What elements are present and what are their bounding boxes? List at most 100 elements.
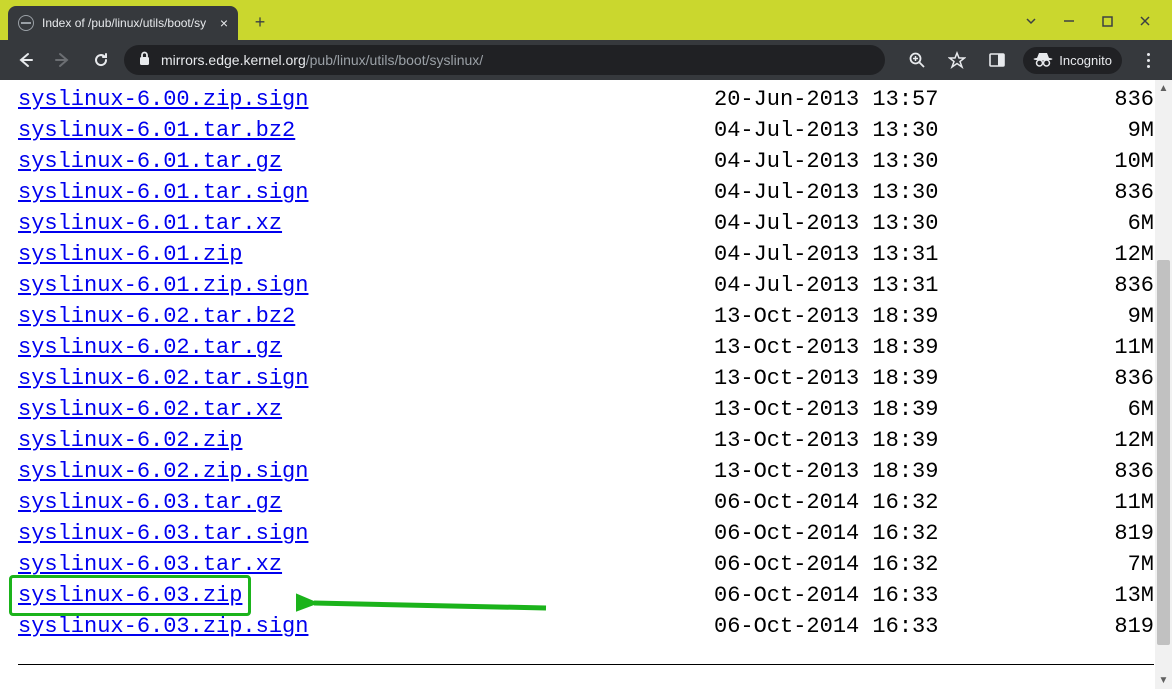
file-date: 06-Oct-2014 16:32 <box>714 518 1074 549</box>
dots-vertical-icon <box>1147 53 1150 68</box>
file-link[interactable]: syslinux-6.03.zip <box>18 583 242 608</box>
back-button[interactable] <box>10 45 40 75</box>
url-path: /pub/linux/utils/boot/syslinux/ <box>306 52 483 68</box>
scroll-down-icon[interactable]: ▼ <box>1155 672 1172 689</box>
listing-row: syslinux-6.01.tar.gz 04-Jul-2013 13:3010M <box>18 146 1154 177</box>
incognito-badge[interactable]: Incognito <box>1023 47 1122 74</box>
toolbar-actions: Incognito <box>893 46 1162 74</box>
file-date: 04-Jul-2013 13:31 <box>714 239 1074 270</box>
file-size: 9M <box>1074 301 1154 332</box>
file-date: 04-Jul-2013 13:31 <box>714 270 1074 301</box>
url-host: mirrors.edge.kernel.org <box>161 52 306 68</box>
file-size: 6M <box>1074 208 1154 239</box>
maximize-button[interactable] <box>1100 14 1114 28</box>
file-date: 13-Oct-2013 18:39 <box>714 332 1074 363</box>
file-link[interactable]: syslinux-6.03.tar.gz <box>18 490 282 515</box>
file-link[interactable]: syslinux-6.03.zip.sign <box>18 614 308 639</box>
minimize-button[interactable] <box>1062 14 1076 28</box>
tab-title: Index of /pub/linux/utils/boot/sy <box>42 16 212 30</box>
listing-row: syslinux-6.03.zip.sign 06-Oct-2014 16:338… <box>18 611 1154 642</box>
file-link[interactable]: syslinux-6.02.tar.sign <box>18 366 308 391</box>
file-link[interactable]: syslinux-6.02.zip.sign <box>18 459 308 484</box>
listing-row: syslinux-6.01.tar.bz2 04-Jul-2013 13:309M <box>18 115 1154 146</box>
reload-button[interactable] <box>86 45 116 75</box>
file-link[interactable]: syslinux-6.00.zip.sign <box>18 87 308 112</box>
file-size: 11M <box>1074 332 1154 363</box>
window-controls <box>1024 14 1172 40</box>
file-link[interactable]: syslinux-6.01.zip <box>18 242 242 267</box>
file-date: 04-Jul-2013 13:30 <box>714 177 1074 208</box>
file-size: 836 <box>1074 84 1154 115</box>
file-date: 04-Jul-2013 13:30 <box>714 146 1074 177</box>
close-tab-icon[interactable]: × <box>220 15 228 31</box>
file-link[interactable]: syslinux-6.03.tar.sign <box>18 521 308 546</box>
file-size: 12M <box>1074 239 1154 270</box>
file-date: 13-Oct-2013 18:39 <box>714 301 1074 332</box>
address-bar[interactable]: mirrors.edge.kernel.org/pub/linux/utils/… <box>124 45 885 75</box>
listing-row: syslinux-6.02.zip.sign 13-Oct-2013 18:398… <box>18 456 1154 487</box>
incognito-label: Incognito <box>1059 53 1112 68</box>
file-date: 13-Oct-2013 18:39 <box>714 425 1074 456</box>
file-link[interactable]: syslinux-6.03.tar.xz <box>18 552 282 577</box>
file-link[interactable]: syslinux-6.01.zip.sign <box>18 273 308 298</box>
listing-row: syslinux-6.01.zip 04-Jul-2013 13:3112M <box>18 239 1154 270</box>
incognito-icon <box>1033 51 1053 70</box>
scroll-up-icon[interactable]: ▲ <box>1155 80 1172 97</box>
file-size: 819 <box>1074 611 1154 642</box>
listing-row: syslinux-6.01.tar.sign 04-Jul-2013 13:308… <box>18 177 1154 208</box>
file-size: 836 <box>1074 456 1154 487</box>
listing-row: syslinux-6.03.zip 06-Oct-2014 16:3313M <box>18 580 1154 611</box>
listing-row: syslinux-6.02.tar.bz2 13-Oct-2013 18:399M <box>18 301 1154 332</box>
file-size: 13M <box>1074 580 1154 611</box>
file-size: 11M <box>1074 487 1154 518</box>
scrollbar-thumb[interactable] <box>1157 260 1170 645</box>
file-link[interactable]: syslinux-6.02.zip <box>18 428 242 453</box>
listing-row: syslinux-6.01.zip.sign 04-Jul-2013 13:318… <box>18 270 1154 301</box>
listing-row: syslinux-6.02.tar.xz 13-Oct-2013 18:396M <box>18 394 1154 425</box>
close-window-button[interactable] <box>1138 14 1152 28</box>
listing-row: syslinux-6.00.zip.sign20-Jun-2013 13:578… <box>18 84 1154 115</box>
file-link[interactable]: syslinux-6.02.tar.xz <box>18 397 282 422</box>
file-size: 836 <box>1074 270 1154 301</box>
new-tab-button[interactable]: + <box>246 8 274 36</box>
forward-button[interactable] <box>48 45 78 75</box>
url-text: mirrors.edge.kernel.org/pub/linux/utils/… <box>161 52 483 68</box>
file-link[interactable]: syslinux-6.01.tar.bz2 <box>18 118 295 143</box>
file-date: 13-Oct-2013 18:39 <box>714 363 1074 394</box>
file-date: 13-Oct-2013 18:39 <box>714 394 1074 425</box>
listing-row: syslinux-6.03.tar.sign 06-Oct-2014 16:328… <box>18 518 1154 549</box>
side-panel-icon[interactable] <box>983 46 1011 74</box>
tab-strip: Index of /pub/linux/utils/boot/sy × + <box>8 0 274 40</box>
file-date: 04-Jul-2013 13:30 <box>714 208 1074 239</box>
file-size: 819 <box>1074 518 1154 549</box>
file-size: 836 <box>1074 177 1154 208</box>
file-size: 6M <box>1074 394 1154 425</box>
file-size: 12M <box>1074 425 1154 456</box>
page-content[interactable]: syslinux-6.00.zip.sign20-Jun-2013 13:578… <box>0 80 1172 689</box>
horizontal-rule <box>18 664 1154 665</box>
menu-button[interactable] <box>1134 46 1162 74</box>
file-date: 04-Jul-2013 13:30 <box>714 115 1074 146</box>
window-title-bar: Index of /pub/linux/utils/boot/sy × + <box>0 0 1172 40</box>
listing-row: syslinux-6.03.tar.gz06-Oct-2014 16:3211M <box>18 487 1154 518</box>
zoom-icon[interactable] <box>903 46 931 74</box>
listing-row: syslinux-6.02.zip 13-Oct-2013 18:3912M <box>18 425 1154 456</box>
file-date: 06-Oct-2014 16:33 <box>714 580 1074 611</box>
file-link[interactable]: syslinux-6.01.tar.sign <box>18 180 308 205</box>
file-date: 06-Oct-2014 16:33 <box>714 611 1074 642</box>
file-link[interactable]: syslinux-6.01.tar.gz <box>18 149 282 174</box>
browser-toolbar: mirrors.edge.kernel.org/pub/linux/utils/… <box>0 40 1172 80</box>
file-size: 10M <box>1074 146 1154 177</box>
listing-row: syslinux-6.02.tar.sign13-Oct-2013 18:398… <box>18 363 1154 394</box>
file-size: 7M <box>1074 549 1154 580</box>
file-date: 06-Oct-2014 16:32 <box>714 549 1074 580</box>
file-date: 13-Oct-2013 18:39 <box>714 456 1074 487</box>
bookmark-icon[interactable] <box>943 46 971 74</box>
browser-tab[interactable]: Index of /pub/linux/utils/boot/sy × <box>8 6 238 40</box>
file-link[interactable]: syslinux-6.02.tar.bz2 <box>18 304 295 329</box>
file-link[interactable]: syslinux-6.02.tar.gz <box>18 335 282 360</box>
scrollbar[interactable]: ▲ ▼ <box>1155 80 1172 689</box>
file-size: 9M <box>1074 115 1154 146</box>
file-link[interactable]: syslinux-6.01.tar.xz <box>18 211 282 236</box>
chevron-down-icon[interactable] <box>1024 14 1038 28</box>
